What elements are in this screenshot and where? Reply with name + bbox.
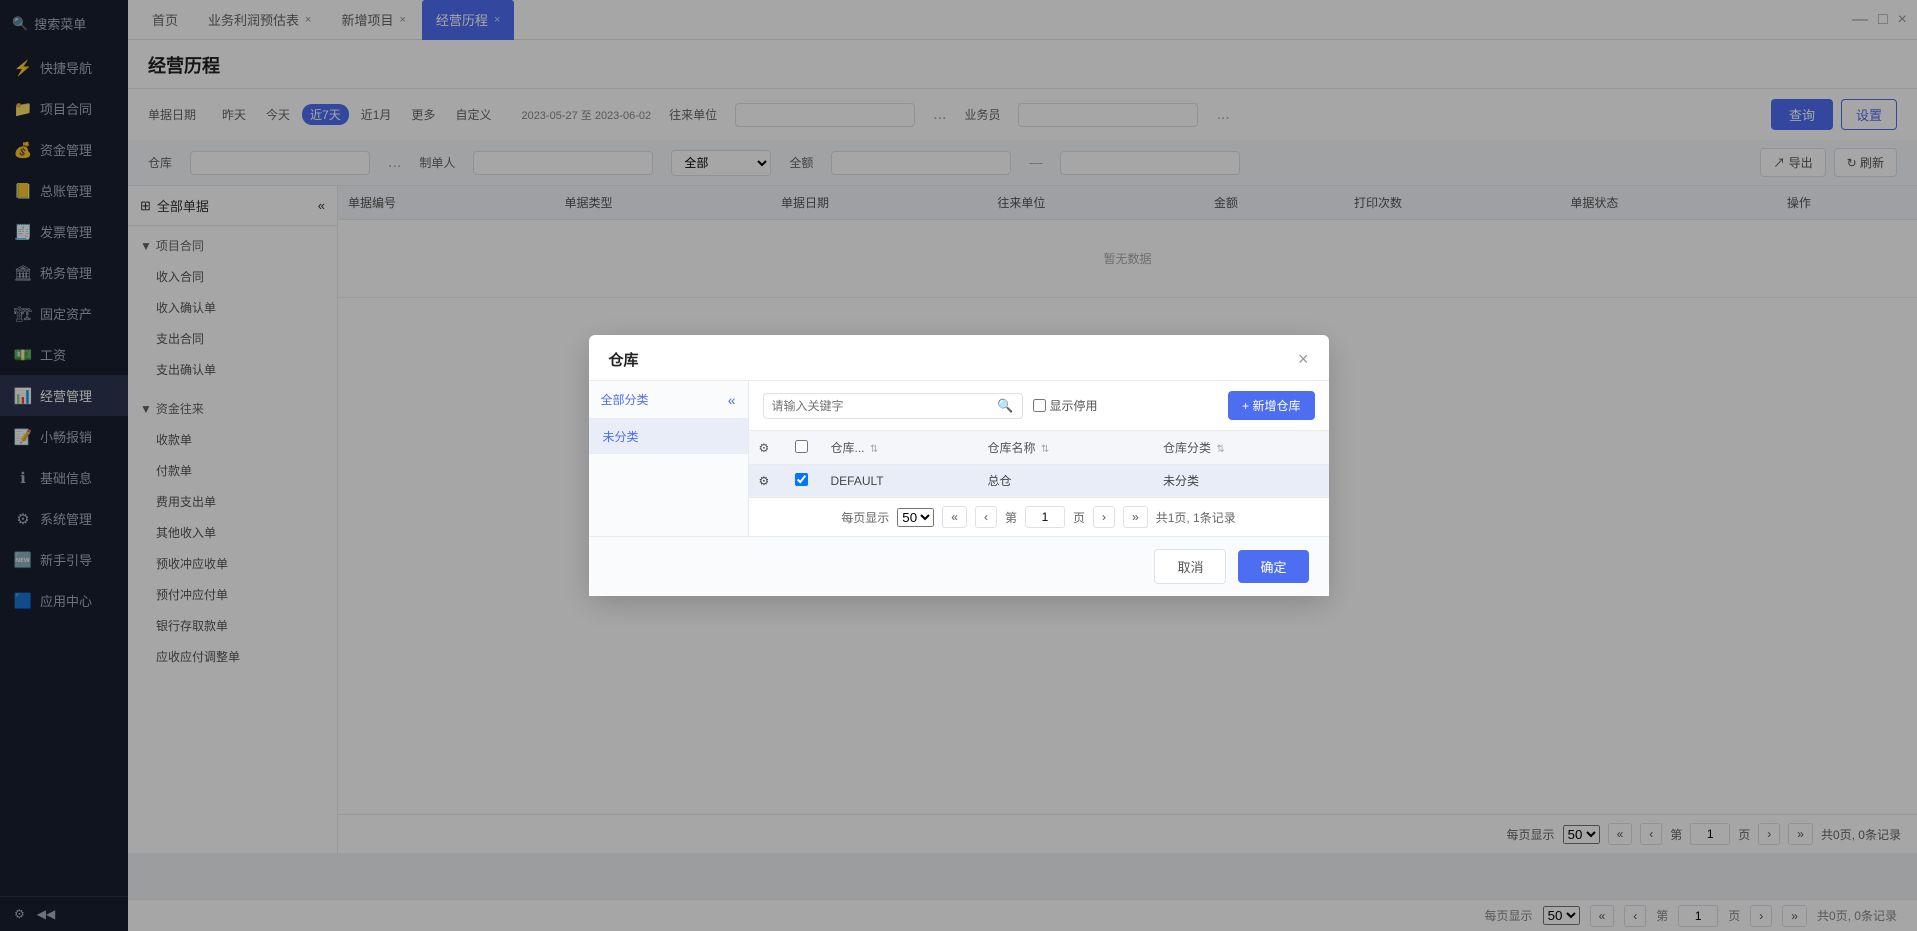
sort-name-icon: ⇅ [1041, 444, 1049, 455]
row-select-checkbox[interactable] [795, 473, 808, 486]
modal-prev-btn[interactable]: ‹ [975, 506, 997, 528]
row-settings: ⚙ [749, 465, 785, 497]
search-box: 🔍 [763, 393, 1023, 419]
cancel-button[interactable]: 取消 [1154, 549, 1226, 584]
collapse-category-btn[interactable]: « [728, 392, 736, 408]
category-header: 全部分类 « [589, 381, 748, 419]
modal-table-wrap: ⚙ 仓库... ⇅ 仓库名称 ⇅ [749, 431, 1329, 497]
sort-code-icon: ⇅ [870, 444, 878, 455]
row-category: 未分类 [1153, 465, 1329, 497]
modal-per-page-label: 每页显示 [841, 509, 889, 526]
th-code: 仓库... ⇅ [821, 431, 978, 465]
category-panel: 全部分类 « 未分类 [589, 381, 749, 536]
th-checkbox [785, 431, 821, 465]
row-checkbox [785, 465, 821, 497]
modal-page-input[interactable] [1025, 506, 1065, 528]
modal-page-suffix: 页 [1073, 509, 1085, 526]
add-warehouse-btn[interactable]: + 新增仓库 [1228, 391, 1314, 420]
category-item-uncategorized[interactable]: 未分类 [589, 419, 748, 454]
modal-search-icon: 🔍 [997, 398, 1013, 414]
show-disabled-checkbox[interactable] [1033, 399, 1046, 412]
modal-search-input[interactable] [772, 399, 992, 413]
row-code: DEFAULT [821, 465, 978, 497]
modal-first-btn[interactable]: « [942, 506, 967, 528]
modal-page-label: 第 [1005, 509, 1017, 526]
show-disabled-label: 显示停用 [1033, 397, 1098, 414]
select-all-checkbox[interactable] [795, 440, 808, 453]
category-all-label[interactable]: 全部分类 [601, 391, 649, 408]
th-name: 仓库名称 ⇅ [977, 431, 1153, 465]
modal-table: ⚙ 仓库... ⇅ 仓库名称 ⇅ [749, 431, 1329, 497]
modal-per-page-select[interactable]: 50 [897, 508, 934, 527]
row-name: 总仓 [977, 465, 1153, 497]
modal-footer: 取消 确定 [589, 536, 1329, 596]
sort-category-icon: ⇅ [1216, 444, 1224, 455]
data-panel: 🔍 显示停用 + 新增仓库 ⚙ [749, 381, 1329, 536]
modal-pagination: 每页显示 50 « ‹ 第 页 › » 共1页, 1条记录 [749, 497, 1329, 536]
modal-table-row[interactable]: ⚙ DEFAULT 总仓 未分类 [749, 465, 1329, 497]
data-panel-toolbar: 🔍 显示停用 + 新增仓库 [749, 381, 1329, 431]
modal-total: 共1页, 1条记录 [1156, 509, 1236, 526]
modal-title: 仓库 [609, 349, 639, 370]
modal-table-header-row: ⚙ 仓库... ⇅ 仓库名称 ⇅ [749, 431, 1329, 465]
th-settings: ⚙ [749, 431, 785, 465]
modal-header: 仓库 × [589, 335, 1329, 381]
modal-next-btn[interactable]: › [1093, 506, 1115, 528]
modal-overlay: 仓库 × 全部分类 « 未分类 🔍 [0, 0, 1917, 931]
confirm-button[interactable]: 确定 [1238, 550, 1308, 583]
modal-body: 全部分类 « 未分类 🔍 显示停用 [589, 381, 1329, 536]
warehouse-modal: 仓库 × 全部分类 « 未分类 🔍 [589, 335, 1329, 596]
modal-last-btn[interactable]: » [1123, 506, 1148, 528]
th-category: 仓库分类 ⇅ [1153, 431, 1329, 465]
modal-close-btn[interactable]: × [1298, 349, 1309, 370]
